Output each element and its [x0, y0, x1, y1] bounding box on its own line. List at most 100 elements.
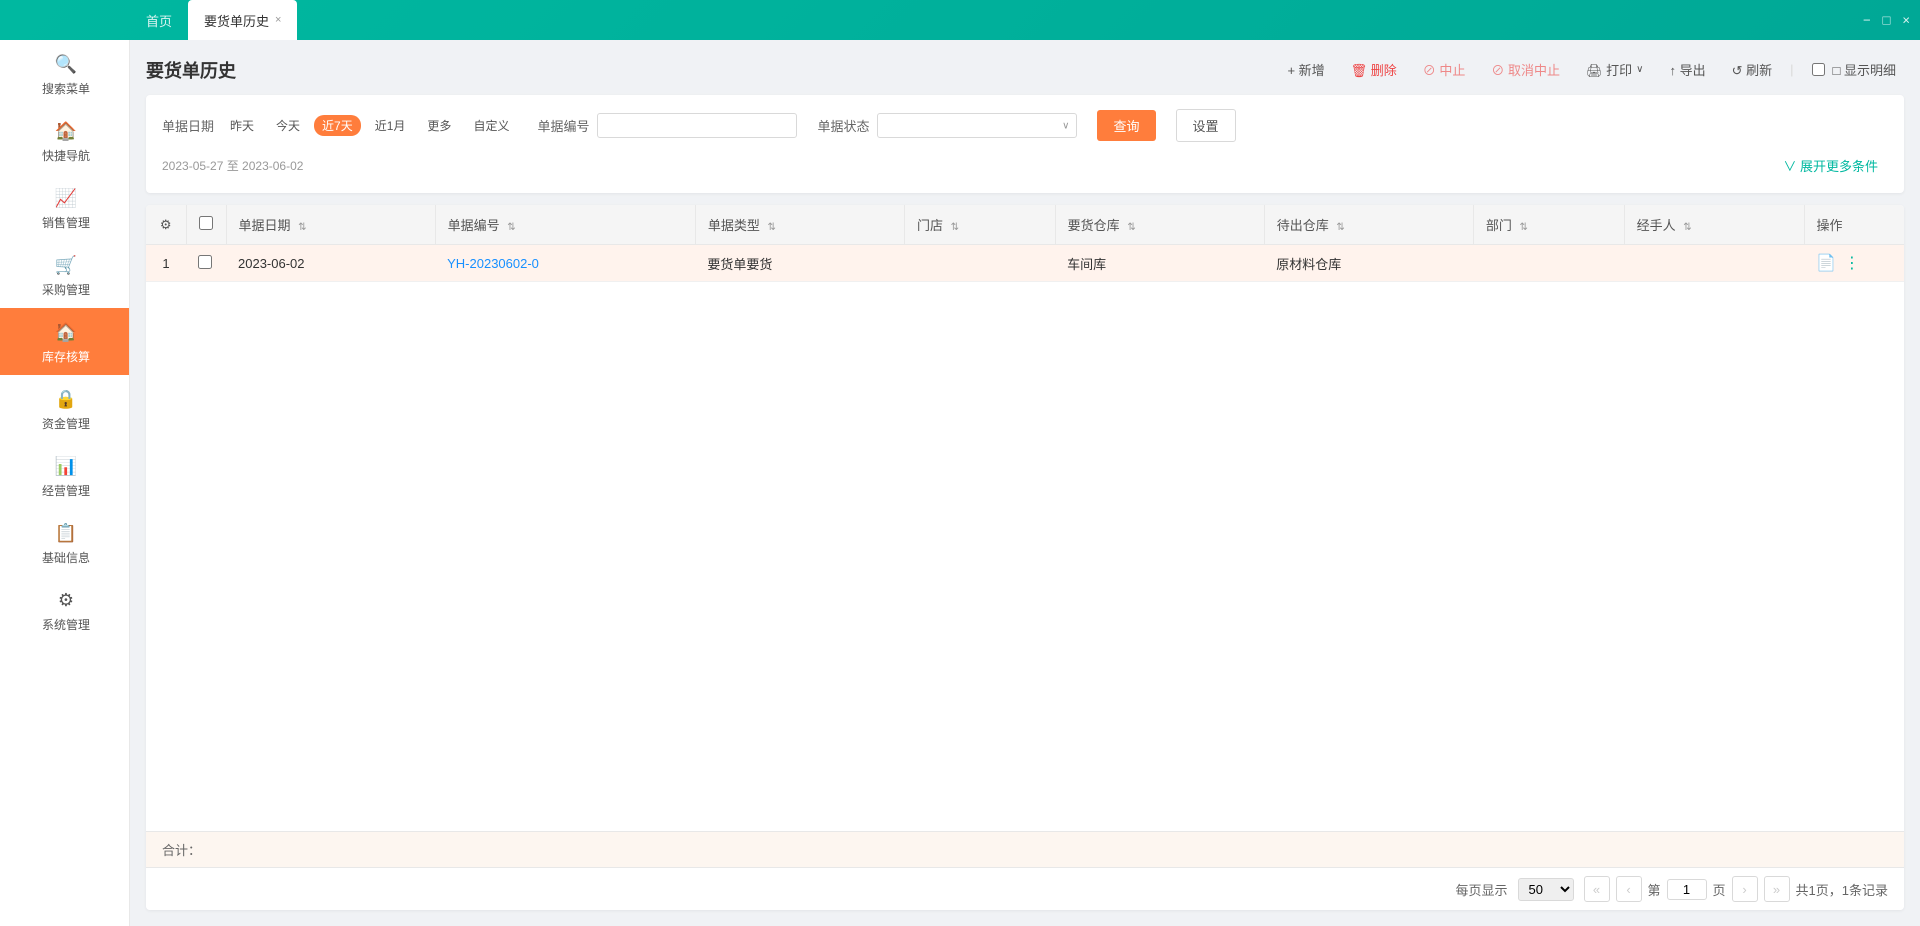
- sidebar-label-sales: 销售管理: [42, 214, 90, 231]
- sidebar-item-purchase[interactable]: 🛒 采购管理: [0, 241, 129, 308]
- page-nav: « ‹ 第 页 › » 共1页，1条记录: [1584, 876, 1889, 902]
- sidebar-item-basic-info[interactable]: 📋 基础信息: [0, 509, 129, 576]
- td-checkbox: [186, 245, 226, 282]
- delete-button[interactable]: 🗑 删除: [1343, 56, 1405, 83]
- status-filter: 单据状态: [817, 113, 1077, 138]
- footer-total-label: 合计：: [162, 840, 201, 859]
- settings-button[interactable]: 设置: [1176, 109, 1236, 142]
- maximize-icon[interactable]: □: [1883, 13, 1891, 28]
- close-tab-icon[interactable]: ×: [275, 14, 281, 26]
- th-date[interactable]: 单据日期 ⇅: [226, 205, 435, 245]
- print-dropdown-icon[interactable]: ∨: [1636, 64, 1643, 75]
- order-no-label: 单据编号: [537, 116, 589, 135]
- date-chip-yesterday[interactable]: 昨天: [222, 115, 262, 136]
- sort-orderno-icon: ⇅: [507, 222, 515, 233]
- sort-type-icon: ⇅: [768, 222, 776, 233]
- search-menu-icon: 🔍: [55, 54, 77, 75]
- sort-dept-icon: ⇅: [1520, 222, 1528, 233]
- query-button[interactable]: 查询: [1097, 110, 1155, 141]
- page-title: 要货单历史: [146, 57, 236, 83]
- td-order-no[interactable]: YH-20230602-0: [435, 245, 695, 282]
- top-bar: 首页 要货单历史 × − □ ×: [0, 0, 1920, 40]
- export-button[interactable]: ↑ 导出: [1662, 56, 1714, 83]
- page-number-input[interactable]: [1667, 879, 1707, 900]
- th-store[interactable]: 门店 ⇅: [905, 205, 1056, 245]
- filter-row-2: 2023-05-27 至 2023-06-02 ∨ 展开更多条件: [162, 152, 1888, 179]
- table-header-row: ⚙ 单据日期 ⇅ 单据编号 ⇅ 单据类型 ⇅ 门店 ⇅ 要货仓库 ⇅ 待出仓库 …: [146, 205, 1904, 245]
- th-dept[interactable]: 部门 ⇅: [1473, 205, 1624, 245]
- print-button[interactable]: 🖨 打印 ∨: [1578, 56, 1651, 83]
- order-no-link[interactable]: YH-20230602-0: [447, 256, 539, 271]
- expand-filters-button[interactable]: ∨ 展开更多条件: [1773, 152, 1888, 179]
- first-page-button[interactable]: «: [1584, 876, 1610, 902]
- next-page-button[interactable]: ›: [1732, 876, 1758, 902]
- status-select[interactable]: [877, 113, 1077, 138]
- date-chip-today[interactable]: 今天: [268, 115, 308, 136]
- sidebar-item-finance[interactable]: 🔒 资金管理: [0, 375, 129, 442]
- page-header: 要货单历史 + 新增 🗑 删除 ⊘ 中止 ⊘ 取消中止 🖨 打印 ∨: [146, 56, 1904, 83]
- page-unit-label: 页: [1713, 880, 1726, 899]
- basic-info-icon: 📋: [55, 523, 77, 544]
- stop-button[interactable]: ⊘ 中止: [1415, 56, 1474, 83]
- cancel-stop-button[interactable]: ⊘ 取消中止: [1483, 56, 1568, 83]
- sidebar-item-operation[interactable]: 📊 经营管理: [0, 442, 129, 509]
- data-table: ⚙ 单据日期 ⇅ 单据编号 ⇅ 单据类型 ⇅ 门店 ⇅ 要货仓库 ⇅ 待出仓库 …: [146, 205, 1904, 282]
- date-filter: 单据日期 昨天 今天 近7天 近1月 更多 自定义: [162, 115, 517, 136]
- row-checkbox[interactable]: [198, 255, 212, 269]
- sort-handler-icon: ⇅: [1683, 222, 1691, 233]
- td-date: 2023-06-02: [226, 245, 435, 282]
- date-chip-custom[interactable]: 自定义: [465, 115, 517, 136]
- select-all-checkbox[interactable]: [199, 216, 213, 230]
- tab-home[interactable]: 首页: [130, 0, 188, 40]
- content-area: 要货单历史 + 新增 🗑 删除 ⊘ 中止 ⊘ 取消中止 🖨 打印 ∨: [130, 40, 1920, 926]
- action-icons: 📄 ⋮: [1816, 253, 1892, 273]
- order-no-input[interactable]: [597, 113, 797, 138]
- date-chip-more[interactable]: 更多: [419, 115, 459, 136]
- new-button[interactable]: + 新增: [1279, 56, 1332, 83]
- th-order-no[interactable]: 单据编号 ⇅: [435, 205, 695, 245]
- sidebar-item-inventory[interactable]: 🏠 库存核算: [0, 308, 129, 375]
- td-type: 要货单要货: [695, 245, 904, 282]
- system-icon: ⚙: [58, 590, 74, 611]
- table-row: 1 2023-06-02 YH-20230602-0 要货单要货 车间库 原材料…: [146, 245, 1904, 282]
- toolbar: + 新增 🗑 删除 ⊘ 中止 ⊘ 取消中止 🖨 打印 ∨ ↑ 导出: [1279, 56, 1904, 83]
- th-settings[interactable]: ⚙: [146, 205, 186, 245]
- date-chip-1month[interactable]: 近1月: [367, 115, 414, 136]
- sidebar-item-system[interactable]: ⚙ 系统管理: [0, 576, 129, 643]
- table-container: ⚙ 单据日期 ⇅ 单据编号 ⇅ 单据类型 ⇅ 门店 ⇅ 要货仓库 ⇅ 待出仓库 …: [146, 205, 1904, 910]
- prev-page-button[interactable]: ‹: [1616, 876, 1642, 902]
- edit-action-icon[interactable]: 📄: [1816, 253, 1836, 273]
- close-window-icon[interactable]: ×: [1902, 13, 1910, 28]
- td-handler: [1624, 245, 1804, 282]
- sidebar-label-quick-nav: 快捷导航: [42, 147, 90, 164]
- page-size-label: 每页显示: [1455, 880, 1507, 899]
- sidebar-label-operation: 经营管理: [42, 482, 90, 499]
- operation-icon: 📊: [55, 456, 77, 477]
- th-type[interactable]: 单据类型 ⇅: [695, 205, 904, 245]
- display-detail-button[interactable]: □ 显示明细: [1804, 56, 1904, 83]
- sidebar-item-quick-nav[interactable]: 🏠 快捷导航: [0, 107, 129, 174]
- sidebar-item-sales[interactable]: 📈 销售管理: [0, 174, 129, 241]
- th-handler[interactable]: 经手人 ⇅: [1624, 205, 1804, 245]
- page-input-label: 第: [1648, 880, 1661, 899]
- purchase-icon: 🛒: [55, 255, 77, 276]
- window-controls: − □ ×: [1863, 13, 1910, 28]
- filter-bar: 单据日期 昨天 今天 近7天 近1月 更多 自定义 单据编号: [146, 95, 1904, 193]
- status-select-wrapper: [877, 113, 1077, 138]
- td-dept: [1473, 245, 1624, 282]
- date-chips: 昨天 今天 近7天 近1月 更多 自定义: [222, 115, 517, 136]
- td-actions: 📄 ⋮: [1804, 245, 1904, 282]
- th-req-warehouse[interactable]: 要货仓库 ⇅: [1055, 205, 1264, 245]
- page-size-select[interactable]: 50 20 100: [1518, 878, 1574, 901]
- td-req-warehouse: 车间库: [1055, 245, 1264, 282]
- refresh-button[interactable]: ↺ 刷新: [1724, 56, 1781, 83]
- last-page-button[interactable]: »: [1764, 876, 1790, 902]
- minimize-icon[interactable]: −: [1863, 13, 1871, 28]
- tab-active[interactable]: 要货单历史 ×: [188, 0, 297, 40]
- sidebar-item-search-menu[interactable]: 🔍 搜索菜单: [0, 40, 129, 107]
- table-wrapper[interactable]: ⚙ 单据日期 ⇅ 单据编号 ⇅ 单据类型 ⇅ 门店 ⇅ 要货仓库 ⇅ 待出仓库 …: [146, 205, 1904, 831]
- display-detail-checkbox[interactable]: [1812, 63, 1825, 76]
- date-chip-7days[interactable]: 近7天: [314, 115, 361, 136]
- more-action-icon[interactable]: ⋮: [1844, 253, 1860, 273]
- th-pending-warehouse[interactable]: 待出仓库 ⇅: [1264, 205, 1473, 245]
